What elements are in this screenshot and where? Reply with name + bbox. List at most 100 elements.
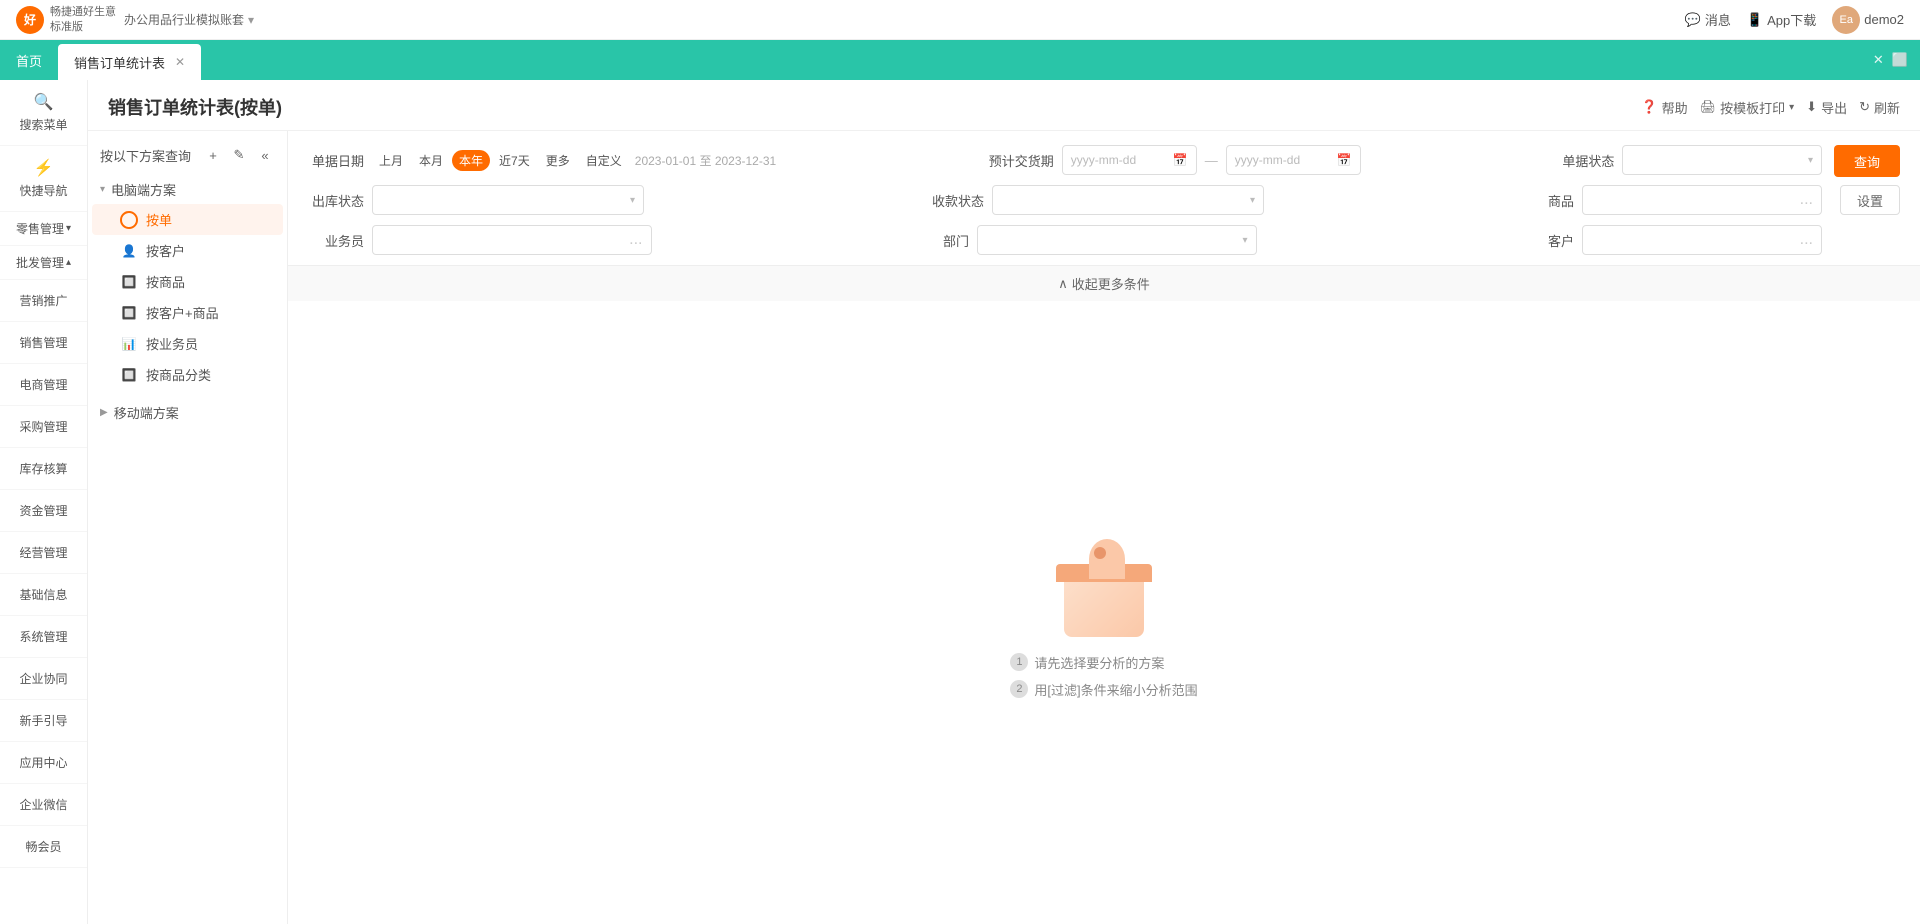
sidebar-item-search[interactable]: 🔍 搜索菜单 [0, 80, 87, 146]
filter-row-1: 单据日期 上月 本月 本年 近7天 更多 自定义 20 [308, 145, 1822, 175]
payment-status-select[interactable]: ▾ [992, 185, 1264, 215]
by-customer-product-icon: 🔲 [120, 304, 138, 322]
sidebar-item-system[interactable]: 系统管理 [0, 616, 87, 658]
salesperson-label: 业务员 [308, 231, 364, 250]
app-download-icon: 📱 [1747, 12, 1763, 28]
tab-close-icon[interactable]: ✕ [175, 55, 185, 69]
scheme-group-desktop: ▾ 电脑端方案 按单 👤 按客户 🔲 按商品 [88, 171, 287, 394]
scheme-item-by-category[interactable]: 🔲 按商品分类 [92, 359, 283, 390]
mobile-arrow-icon: ▶ [100, 407, 108, 418]
date-btn-7days[interactable]: 近7天 [492, 150, 537, 171]
date-btn-this-month[interactable]: 本月 [412, 150, 450, 171]
query-button[interactable]: 查询 [1834, 145, 1900, 177]
scheme-group-desktop-header[interactable]: ▾ 电脑端方案 [88, 175, 287, 204]
help-btn[interactable]: ❓ 帮助 [1641, 98, 1687, 117]
sidebar-item-ecommerce[interactable]: 电商管理 [0, 364, 87, 406]
empty-text: 1 请先选择要分析的方案 2 用[过滤]条件来缩小分析范围 [1010, 653, 1197, 699]
inner-layout: 按以下方案查询 + ✎ « ▾ 电脑端方案 按单 [88, 131, 1920, 924]
status-select[interactable]: ▾ [1622, 145, 1822, 175]
retail-arrow-icon: ▾ [66, 223, 71, 234]
scheme-group-mobile: ▶ 移动端方案 [88, 394, 287, 431]
logo-area: 好 畅捷通好生意 标准版 [16, 5, 116, 34]
filter-row-2: 出库状态 ▾ 收款状态 ▾ 商品 [308, 185, 1822, 215]
product-select[interactable]: ... [1582, 185, 1822, 215]
sidebar-item-wholesale[interactable]: 批发管理 ▴ [0, 246, 87, 280]
scheme-item-by-salesperson[interactable]: 📊 按业务员 [92, 328, 283, 359]
date-quick-btns: 上月 本月 本年 近7天 更多 自定义 [372, 150, 629, 171]
sidebar-item-member[interactable]: 畅会员 [0, 826, 87, 868]
template-print-btn[interactable]: 🖨 按模板打印 ▾ [1700, 98, 1795, 117]
salesperson-select[interactable]: ... [372, 225, 652, 255]
settings-button[interactable]: 设置 [1840, 185, 1900, 215]
page-title: 销售订单统计表(按单) [108, 94, 282, 120]
department-dropdown-icon: ▾ [1242, 235, 1247, 246]
empty-illustration [1034, 527, 1174, 637]
customer-more-icon[interactable]: ... [1800, 231, 1813, 249]
hint-num-2: 2 [1010, 680, 1028, 698]
date-btn-custom[interactable]: 自定义 [579, 150, 629, 171]
refresh-icon: ↻ [1859, 99, 1870, 115]
wholesale-arrow-icon: ▴ [66, 257, 71, 268]
scheme-item-by-customer[interactable]: 👤 按客户 [92, 235, 283, 266]
delivery-status-select[interactable]: ▾ [372, 185, 644, 215]
sidebar: 🔍 搜索菜单 ⚡ 快捷导航 零售管理 ▾ 批发管理 ▴ 营销推广 销售管理 电商… [0, 80, 88, 924]
app-download-btn[interactable]: 📱 App下载 [1747, 10, 1816, 29]
maximize-icon[interactable]: ⬜ [1892, 52, 1908, 68]
customer-select[interactable]: ... [1582, 225, 1822, 255]
sidebar-item-newcomer[interactable]: 新手引导 [0, 700, 87, 742]
sidebar-item-marketing[interactable]: 营销推广 [0, 280, 87, 322]
content-area: 销售订单统计表(按单) ❓ 帮助 🖨 按模板打印 ▾ ⬇ 导出 ↻ 刷新 [88, 80, 1920, 924]
date-label: 单据日期 [308, 151, 364, 170]
desktop-arrow-icon: ▾ [100, 184, 105, 195]
sidebar-item-appstore[interactable]: 应用中心 [0, 742, 87, 784]
scheme-add-btn[interactable]: + [203, 145, 223, 165]
message-btn[interactable]: 💬 消息 [1685, 10, 1731, 29]
minimize-icon[interactable]: ✕ [1873, 52, 1884, 68]
sidebar-item-quick-nav[interactable]: ⚡ 快捷导航 [0, 146, 87, 212]
collapse-more-conditions-btn[interactable]: ∧ 收起更多条件 [288, 265, 1920, 301]
expected-date-start[interactable]: yyyy-mm-dd 📅 [1062, 145, 1197, 175]
date-btn-last-month[interactable]: 上月 [372, 150, 410, 171]
refresh-btn[interactable]: ↻ 刷新 [1859, 98, 1900, 117]
scheme-edit-btn[interactable]: ✎ [229, 145, 249, 165]
tabbar: 首页 销售订单统计表 ✕ ✕ ⬜ [0, 40, 1920, 80]
sidebar-item-inventory[interactable]: 库存核算 [0, 448, 87, 490]
filter-row-3: 业务员 ... 部门 ▾ 客户 [308, 225, 1822, 255]
user-menu[interactable]: Ea demo2 [1832, 6, 1904, 34]
tab-sales-stats[interactable]: 销售订单统计表 ✕ [58, 44, 201, 80]
page-header: 销售订单统计表(按单) ❓ 帮助 🖨 按模板打印 ▾ ⬇ 导出 ↻ 刷新 [88, 80, 1920, 131]
expected-date-end[interactable]: yyyy-mm-dd 📅 [1226, 145, 1361, 175]
filter-main: 单据日期 上月 本月 本年 近7天 更多 自定义 20 [308, 145, 1822, 265]
sidebar-item-wechat[interactable]: 企业微信 [0, 784, 87, 826]
sidebar-item-sales[interactable]: 销售管理 [0, 322, 87, 364]
cal-end-icon: 📅 [1337, 153, 1352, 167]
scheme-group-mobile-header[interactable]: ▶ 移动端方案 [88, 398, 287, 427]
sidebar-item-basic[interactable]: 基础信息 [0, 574, 87, 616]
department-select[interactable]: ▾ [977, 225, 1257, 255]
export-btn[interactable]: ⬇ 导出 [1806, 98, 1847, 117]
breadcrumb-dropdown-icon[interactable]: ▾ [248, 13, 254, 27]
payment-status-label: 收款状态 [914, 191, 984, 210]
scheme-item-by-product[interactable]: 🔲 按商品 [92, 266, 283, 297]
filter-top-row: 单据日期 上月 本月 本年 近7天 更多 自定义 20 [288, 131, 1920, 265]
print-icon: 🖨 [1700, 99, 1717, 115]
payment-status-dropdown-icon: ▾ [1250, 195, 1255, 206]
sidebar-item-enterprise[interactable]: 企业协同 [0, 658, 87, 700]
sidebar-item-operation[interactable]: 经营管理 [0, 532, 87, 574]
chevron-up-icon: ∧ [1058, 276, 1068, 292]
scheme-item-by-customer-product[interactable]: 🔲 按客户+商品 [92, 297, 283, 328]
tab-sales-stats-label: 销售订单统计表 [74, 53, 165, 72]
sidebar-item-purchase[interactable]: 采购管理 [0, 406, 87, 448]
by-salesperson-icon: 📊 [120, 335, 138, 353]
page-actions: ❓ 帮助 🖨 按模板打印 ▾ ⬇ 导出 ↻ 刷新 [1641, 98, 1900, 117]
date-btn-more[interactable]: 更多 [539, 150, 577, 171]
sidebar-item-retail[interactable]: 零售管理 ▾ [0, 212, 87, 246]
tab-home[interactable]: 首页 [0, 40, 58, 80]
scheme-item-by-order[interactable]: 按单 [92, 204, 283, 235]
scheme-collapse-btn[interactable]: « [255, 145, 275, 165]
product-more-icon[interactable]: ... [1800, 191, 1813, 209]
sidebar-item-finance[interactable]: 资金管理 [0, 490, 87, 532]
date-btn-this-year[interactable]: 本年 [452, 150, 490, 171]
message-icon: 💬 [1685, 12, 1701, 28]
salesperson-more-icon[interactable]: ... [629, 231, 642, 249]
